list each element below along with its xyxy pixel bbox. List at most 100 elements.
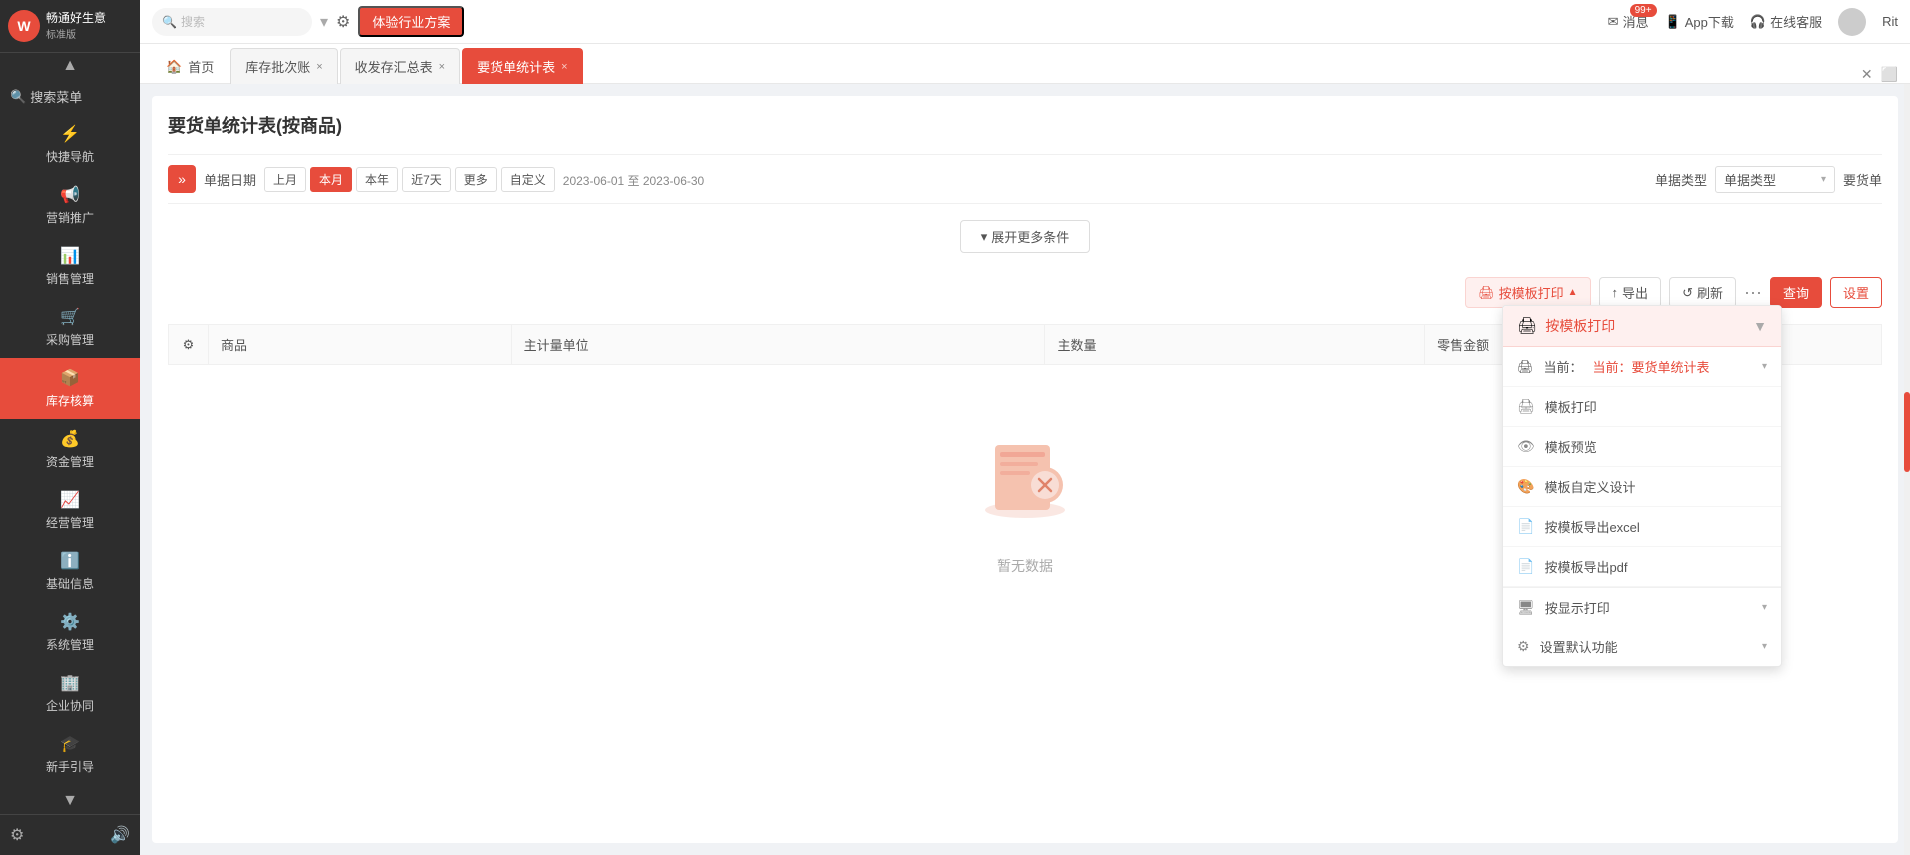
date-btn-custom[interactable]: 自定义 [501, 167, 555, 192]
online-support-item[interactable]: 🎧 在线客服 [1750, 12, 1822, 31]
print-btn[interactable]: 🖨 按模板打印 ▲ [1465, 277, 1590, 308]
tab-close-inventory-batch[interactable]: × [316, 61, 322, 73]
messages-item[interactable]: ✉ 消息 99+ [1608, 12, 1649, 31]
tab-home[interactable]: 🏠 首页 [152, 49, 228, 84]
settings-btn[interactable]: 设置 [1830, 277, 1882, 308]
query-btn[interactable]: 查询 [1770, 277, 1822, 308]
sidebar-item-marketing[interactable]: 📢 营销推广 [0, 175, 140, 236]
col-quantity: 主数量 [1045, 325, 1425, 365]
display-print-arrow-icon: ▾ [1762, 602, 1767, 613]
refresh-btn[interactable]: ↺ 刷新 [1669, 277, 1736, 308]
dropdown-template-excel[interactable]: 📄 按模板导出excel [1503, 507, 1781, 547]
print-header-icon: 🖨 [1517, 316, 1537, 336]
date-btn-last-7days[interactable]: 近7天 [402, 167, 451, 192]
template-print-icon: 🖨 [1517, 398, 1535, 415]
page-title: 要货单统计表(按商品) [168, 112, 1882, 138]
tab-inventory-batch[interactable]: 库存批次账 × [230, 48, 337, 84]
topbar-settings-icon[interactable]: ⚙ [336, 12, 350, 32]
sidebar-item-label: 企业协同 [46, 697, 94, 714]
col-product: 商品 [209, 325, 512, 365]
dropdown-template-preview[interactable]: 👁 模板预览 [1503, 427, 1781, 467]
dropdown-display-print[interactable]: 🖥 按显示打印 ▾ [1503, 588, 1781, 627]
date-buttons: 上月 本月 本年 近7天 更多 自定义 [264, 167, 555, 192]
print-dropdown-menu: 🖨 按模板打印 ▼ 🖨 当前： 当前：要货单统计表 ▾ 🖨 [1502, 305, 1782, 667]
export-btn[interactable]: ↑ 导出 [1599, 277, 1662, 308]
sidebar-item-label: 库存核算 [46, 392, 94, 409]
newbie-icon: 🎓 [60, 734, 80, 754]
purchase-icon: 🛒 [60, 307, 80, 327]
app-download-item[interactable]: 📱 App下载 [1665, 12, 1734, 31]
date-btn-more[interactable]: 更多 [455, 167, 497, 192]
expand-more-btn[interactable]: ▾ 展开更多条件 [960, 220, 1091, 253]
topbar: 🔍 搜索 ▾ ⚙ 体验行业方案 ✉ 消息 99+ 📱 App下载 🎧 在线客服 … [140, 0, 1910, 44]
username: Rit [1882, 14, 1898, 29]
current-arrow-icon: ▾ [1762, 361, 1767, 372]
filter-expand-btn[interactable]: » [168, 165, 196, 193]
sidebar-item-newbie[interactable]: 🎓 新手引导 [0, 724, 140, 785]
window-maximize-btn[interactable]: ⬜ [1881, 66, 1898, 83]
tab-receipt-summary[interactable]: 收发存汇总表 × [340, 48, 460, 84]
dropdown-close-icon[interactable]: ▼ [1753, 318, 1767, 334]
date-btn-this-month[interactable]: 本月 [310, 167, 352, 192]
topbar-search[interactable]: 🔍 搜索 [152, 8, 312, 36]
app-download-icon: 📱 [1665, 14, 1681, 30]
scrollbar-thumb[interactable] [1904, 392, 1910, 472]
sidebar-item-enterprise[interactable]: 🏢 企业协同 [0, 663, 140, 724]
tab-close-receipt-summary[interactable]: × [439, 61, 445, 73]
message-icon: ✉ [1608, 14, 1619, 30]
basic-icon: ℹ️ [60, 551, 80, 571]
sidebar-item-basic[interactable]: ℹ️ 基础信息 [0, 541, 140, 602]
dropdown-default-function[interactable]: ⚙ 设置默认功能 ▾ [1503, 627, 1781, 666]
current-icon: 🖨 [1517, 359, 1534, 375]
sidebar-item-inventory[interactable]: 📦 库存核算 [0, 358, 140, 419]
filter-bar: » 单据日期 上月 本月 本年 近7天 更多 自定义 2023-06-01 至 … [168, 154, 1882, 204]
type-label: 单据类型 [1655, 170, 1707, 189]
window-close-btn[interactable]: ✕ [1861, 66, 1873, 83]
sidebar-item-purchase[interactable]: 🛒 采购管理 [0, 297, 140, 358]
operations-icon: 📈 [60, 490, 80, 510]
sidebar-search[interactable]: 🔍 搜索菜单 [0, 79, 140, 114]
logo-icon: W [8, 10, 40, 42]
sidebar-item-label: 资金管理 [46, 453, 94, 470]
type-select[interactable]: 单据类型 ▾ [1715, 166, 1835, 193]
right-scrollbar[interactable] [1904, 84, 1910, 855]
template-excel-icon: 📄 [1517, 518, 1534, 535]
sidebar-scroll-down[interactable]: ▼ [0, 788, 140, 814]
avatar[interactable] [1838, 8, 1866, 36]
empty-text: 暂无数据 [997, 556, 1053, 576]
expand-icon: » [178, 171, 186, 187]
inventory-icon: 📦 [60, 368, 80, 388]
dropdown-template-print[interactable]: 🖨 模板打印 [1503, 387, 1781, 427]
dropdown-template-design[interactable]: 🎨 模板自定义设计 [1503, 467, 1781, 507]
toolbar-more-icon[interactable]: ··· [1744, 282, 1762, 303]
topbar-search-icon: 🔍 [162, 15, 177, 29]
sidebar-scroll-up[interactable]: ▲ [0, 53, 140, 79]
sidebar-item-label: 营销推广 [46, 209, 94, 226]
toolbar: 🖨 按模板打印 ▲ ↑ 导出 ↺ 刷新 ··· 查询 设置 [168, 269, 1882, 316]
sidebar-item-finance[interactable]: 💰 资金管理 [0, 419, 140, 480]
sidebar-item-quick-nav[interactable]: ⚡ 快捷导航 [0, 114, 140, 175]
sidebar-footer: ⚙ 🔊 [0, 814, 140, 855]
dropdown-template-pdf[interactable]: 📄 按模板导出pdf [1503, 547, 1781, 587]
dropdown-header: 🖨 按模板打印 ▼ [1503, 306, 1781, 347]
page-inner: 要货单统计表(按商品) » 单据日期 上月 本月 本年 近7天 更多 自定义 2… [152, 96, 1898, 843]
tab-close-order-stats[interactable]: × [561, 61, 567, 73]
date-btn-last-month[interactable]: 上月 [264, 167, 306, 192]
sidebar-sound-icon[interactable]: 🔊 [110, 825, 130, 845]
sidebar-item-sales[interactable]: 📊 销售管理 [0, 236, 140, 297]
date-btn-this-year[interactable]: 本年 [356, 167, 398, 192]
dropdown-current[interactable]: 🖨 当前： 当前：要货单统计表 ▾ [1503, 347, 1781, 387]
sales-icon: 📊 [60, 246, 80, 266]
col-settings[interactable]: ⚙ [169, 325, 209, 365]
template-pdf-icon: 📄 [1517, 558, 1534, 575]
topbar-chevron-icon[interactable]: ▾ [320, 12, 328, 32]
sidebar-settings-icon[interactable]: ⚙ [10, 825, 24, 845]
sidebar: W 畅通好生意 标准版 ▲ 🔍 搜索菜单 ⚡ 快捷导航 📢 营销推广 📊 销售管… [0, 0, 140, 855]
app-name: 畅通好生意 [46, 11, 106, 27]
sidebar-item-operations[interactable]: 📈 经营管理 [0, 480, 140, 541]
sidebar-item-system[interactable]: ⚙️ 系统管理 [0, 602, 140, 663]
tab-order-stats[interactable]: 要货单统计表 × [462, 48, 582, 84]
home-icon: 🏠 [166, 59, 182, 75]
trial-button[interactable]: 体验行业方案 [358, 6, 464, 37]
tab-bar: 🏠 首页 库存批次账 × 收发存汇总表 × 要货单统计表 × ✕ ⬜ [140, 44, 1910, 84]
